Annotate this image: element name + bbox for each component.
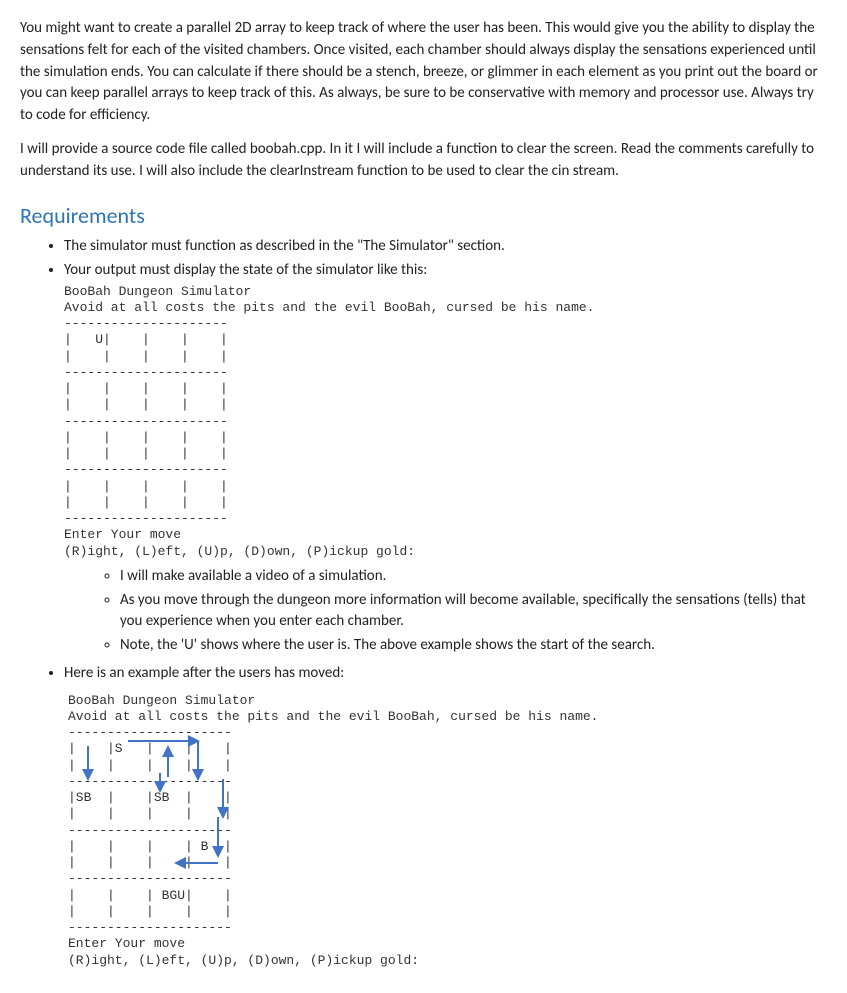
- simulator-output-2: BooBah Dungeon Simulator Avoid at all co…: [68, 693, 599, 969]
- req-sub-2: As you move through the dungeon more inf…: [120, 590, 827, 634]
- requirements-list: The simulator must function as described…: [20, 236, 827, 685]
- req-sub-3: Note, the 'U' shows where the user is. T…: [120, 635, 827, 657]
- requirements-heading: Requirements: [20, 200, 827, 232]
- req-item-2-text: Your output must display the state of th…: [64, 261, 427, 279]
- simulator-output-2-wrap: BooBah Dungeon Simulator Avoid at all co…: [68, 691, 599, 975]
- req-item-1: The simulator must function as described…: [64, 236, 827, 258]
- req-item-2: Your output must display the state of th…: [64, 260, 827, 657]
- intro-paragraph-2: I will provide a source code file called…: [20, 139, 827, 183]
- req-sub-1: I will make available a video of a simul…: [120, 566, 827, 588]
- simulator-output-1: BooBah Dungeon Simulator Avoid at all co…: [64, 284, 827, 560]
- req-item-3: Here is an example after the users has m…: [64, 663, 827, 685]
- intro-paragraph-1: You might want to create a parallel 2D a…: [20, 18, 827, 127]
- req-sublist: I will make available a video of a simul…: [64, 566, 827, 657]
